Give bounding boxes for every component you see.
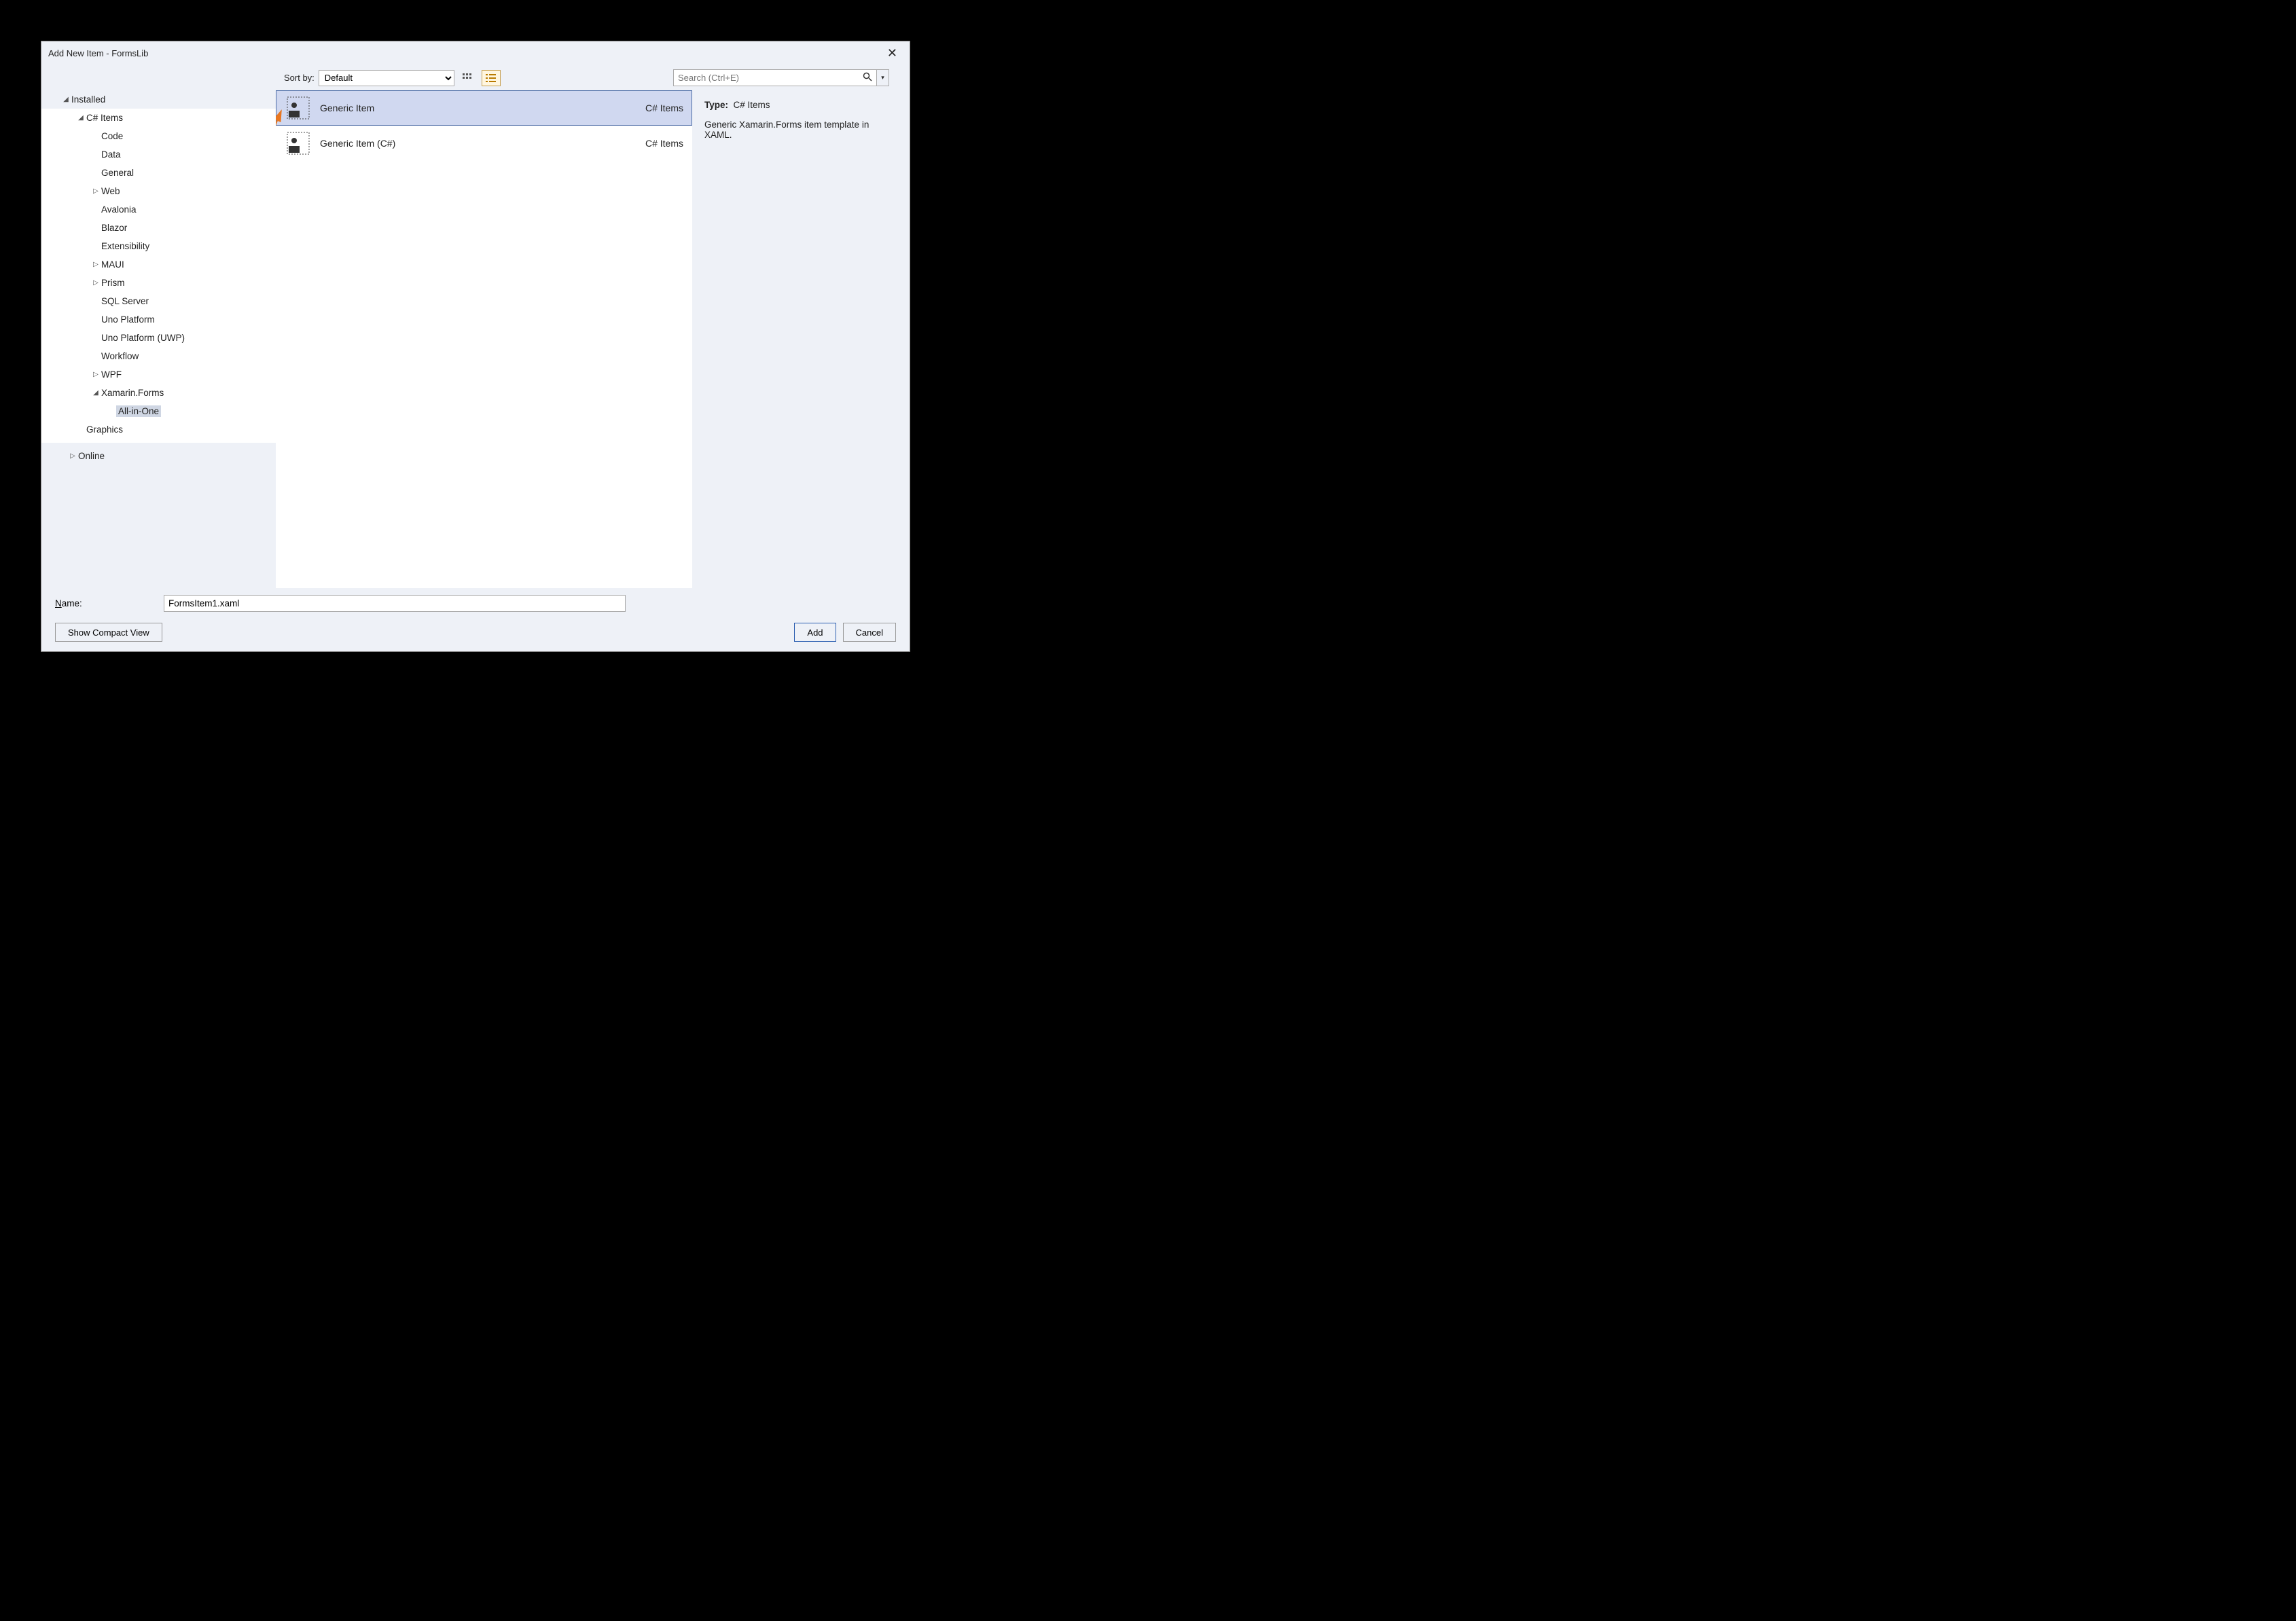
name-label: Name: bbox=[55, 598, 164, 608]
tree-label: Prism bbox=[101, 278, 125, 288]
template-icon bbox=[285, 130, 312, 157]
tree-label: Installed bbox=[71, 94, 105, 105]
sort-by-label: Sort by: bbox=[284, 73, 315, 83]
search-box[interactable] bbox=[673, 69, 877, 86]
add-new-item-dialog: Add New Item - FormsLib ✕ Sort by: Defau… bbox=[41, 41, 910, 652]
tree-label: General bbox=[101, 168, 134, 178]
tree-label: Code bbox=[101, 131, 123, 141]
tree-label: Graphics bbox=[86, 424, 123, 435]
show-compact-view-button[interactable]: Show Compact View bbox=[55, 623, 162, 642]
tree-label: All-in-One bbox=[116, 405, 161, 417]
tree-item-maui[interactable]: ▷MAUI bbox=[41, 255, 276, 274]
template-category: C# Items bbox=[645, 138, 683, 149]
template-generic-item[interactable]: Generic Item C# Items bbox=[276, 90, 692, 126]
collapse-icon: ◢ bbox=[90, 389, 101, 397]
tree-item-blazor[interactable]: Blazor bbox=[41, 219, 276, 237]
tree-label: Extensibility bbox=[101, 241, 149, 251]
tree-item-wpf[interactable]: ▷WPF bbox=[41, 365, 276, 384]
window-title: Add New Item - FormsLib bbox=[48, 48, 148, 58]
toolbar: Sort by: Default ▾ bbox=[41, 65, 910, 90]
tree-label: Data bbox=[101, 149, 121, 160]
tree-item-all-in-one[interactable]: All-in-One bbox=[41, 402, 276, 420]
template-list: Generic Item C# Items Generic Item (C#) … bbox=[276, 90, 692, 588]
collapse-icon: ◢ bbox=[60, 96, 71, 103]
tree-label: Xamarin.Forms bbox=[101, 388, 164, 398]
tree-label: C# Items bbox=[86, 113, 123, 123]
view-list-icon[interactable] bbox=[482, 70, 501, 86]
tree-label: SQL Server bbox=[101, 296, 149, 306]
tree-label: Uno Platform bbox=[101, 314, 155, 325]
collapse-icon: ◢ bbox=[75, 114, 86, 122]
expand-icon: ▷ bbox=[90, 261, 101, 268]
expand-icon: ▷ bbox=[90, 187, 101, 195]
tree-item-extensibility[interactable]: Extensibility bbox=[41, 237, 276, 255]
tree-item-general[interactable]: General bbox=[41, 164, 276, 182]
name-input[interactable] bbox=[164, 595, 626, 612]
detail-type-label: Type: bbox=[704, 100, 728, 110]
tree-item-csharp-items[interactable]: ◢ C# Items bbox=[41, 109, 276, 127]
tree-item-graphics[interactable]: Graphics bbox=[41, 420, 276, 439]
tree-label: Avalonia bbox=[101, 204, 137, 215]
tree-label: Web bbox=[101, 186, 120, 196]
expand-icon: ▷ bbox=[67, 452, 78, 460]
tree-item-sqlserver[interactable]: SQL Server bbox=[41, 292, 276, 310]
tree-label: MAUI bbox=[101, 259, 124, 270]
tree-item-prism[interactable]: ▷Prism bbox=[41, 274, 276, 292]
tree-item-workflow[interactable]: Workflow bbox=[41, 347, 276, 365]
template-label: Generic Item bbox=[320, 103, 645, 113]
tree-label: WPF bbox=[101, 369, 122, 380]
expand-icon: ▷ bbox=[90, 279, 101, 287]
tree-item-uno-platform[interactable]: Uno Platform bbox=[41, 310, 276, 329]
detail-description: Generic Xamarin.Forms item template in X… bbox=[704, 120, 897, 140]
template-category: C# Items bbox=[645, 103, 683, 113]
dialog-footer: Name: Show Compact View Add Cancel bbox=[41, 588, 910, 651]
tree-item-web[interactable]: ▷Web bbox=[41, 182, 276, 200]
dialog-body: ◢ Installed ◢ C# Items Code Data General… bbox=[41, 90, 910, 588]
search-dropdown-icon[interactable]: ▾ bbox=[877, 69, 889, 86]
tree-label: Online bbox=[78, 451, 105, 461]
view-grid-icon[interactable] bbox=[459, 70, 478, 86]
tree-label: Workflow bbox=[101, 351, 139, 361]
category-tree: ◢ Installed ◢ C# Items Code Data General… bbox=[41, 90, 276, 588]
search-input[interactable] bbox=[674, 73, 859, 83]
template-label: Generic Item (C#) bbox=[320, 138, 645, 149]
detail-type-value: C# Items bbox=[734, 100, 770, 110]
expand-icon: ▷ bbox=[90, 371, 101, 378]
tree-item-code[interactable]: Code bbox=[41, 127, 276, 145]
detail-pane: Type: C# Items Generic Xamarin.Forms ite… bbox=[692, 90, 910, 588]
close-icon[interactable]: ✕ bbox=[882, 45, 903, 62]
tree-label: Blazor bbox=[101, 223, 127, 233]
tree-item-uno-platform-uwp[interactable]: Uno Platform (UWP) bbox=[41, 329, 276, 347]
tree-section-installed[interactable]: ◢ Installed bbox=[41, 90, 276, 109]
tree-item-avalonia[interactable]: Avalonia bbox=[41, 200, 276, 219]
template-generic-item-csharp[interactable]: Generic Item (C#) C# Items bbox=[276, 126, 692, 161]
sort-by-select[interactable]: Default bbox=[319, 70, 454, 86]
tree-label: Uno Platform (UWP) bbox=[101, 333, 185, 343]
cancel-button[interactable]: Cancel bbox=[843, 623, 896, 642]
tree-item-xamarin-forms[interactable]: ◢Xamarin.Forms bbox=[41, 384, 276, 402]
tree-item-data[interactable]: Data bbox=[41, 145, 276, 164]
template-icon bbox=[285, 94, 312, 122]
search-icon[interactable] bbox=[859, 72, 876, 84]
add-button[interactable]: Add bbox=[794, 623, 836, 642]
titlebar: Add New Item - FormsLib ✕ bbox=[41, 41, 910, 65]
tree-section-online[interactable]: ▷ Online bbox=[41, 447, 276, 465]
